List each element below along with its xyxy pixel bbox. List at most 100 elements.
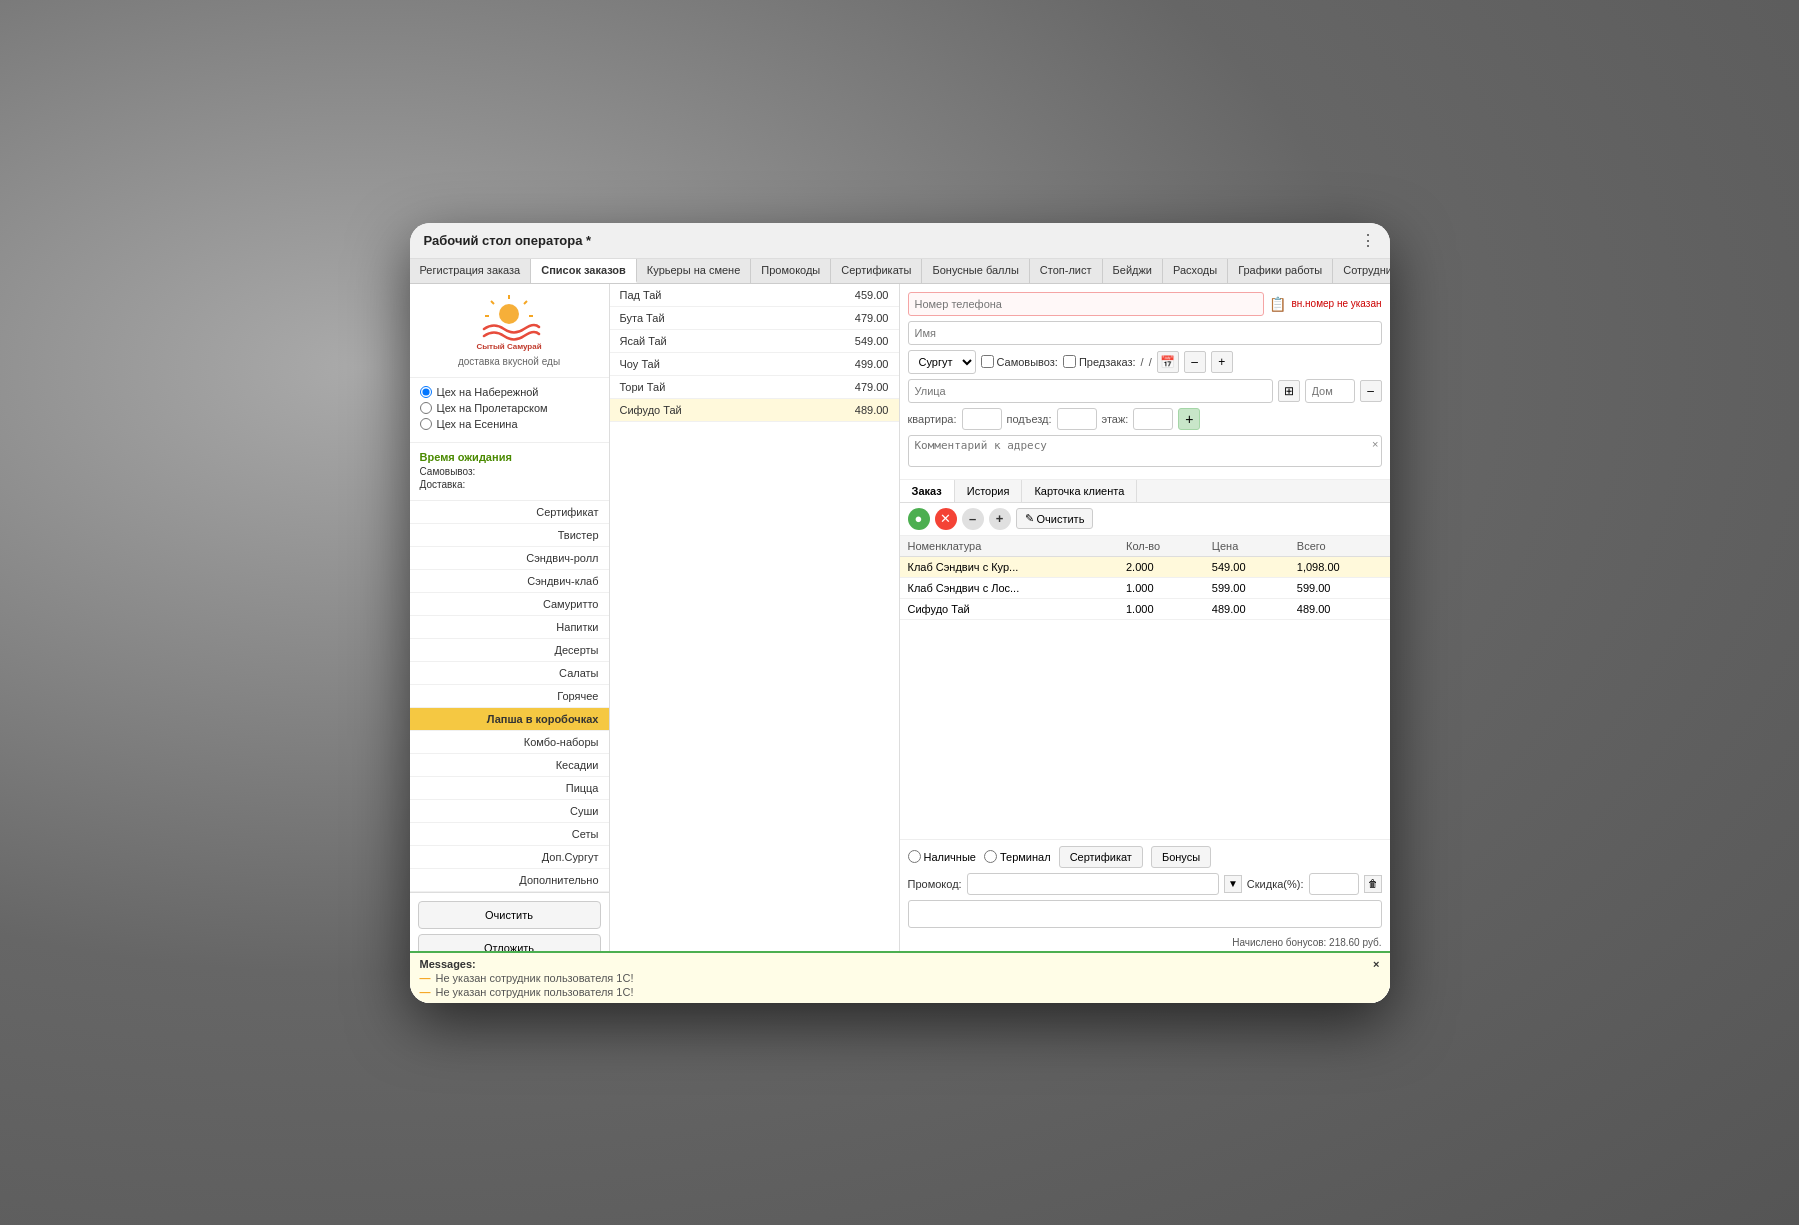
btn-clear-order[interactable]: ✎ Очистить [1016, 508, 1094, 529]
order-row-2[interactable]: Сифудо Тай 1.000 489.00 489.00 [900, 598, 1390, 619]
phone-input[interactable] [908, 292, 1265, 316]
tab-stoplist[interactable]: Стоп-лист [1030, 259, 1103, 283]
menu-item-sertifikat[interactable]: Сертификат [410, 501, 609, 524]
time-plus-btn[interactable]: + [1211, 351, 1233, 373]
samovyvoz-checkbox[interactable]: Самовывоз: [981, 355, 1058, 368]
menu-item-sendvich-klab[interactable]: Сэндвич-клаб [410, 570, 609, 593]
menu-item-sendvich-roll[interactable]: Сэндвич-ролл [410, 547, 609, 570]
apt-input[interactable] [962, 408, 1002, 430]
bonus-info: Начислено бонусов: 218.60 руб. [908, 937, 1382, 948]
btn-qty-plus[interactable]: + [989, 508, 1011, 530]
title-bar: Рабочий стол оператора * ⋮ [410, 223, 1390, 259]
order-tab-order[interactable]: Заказ [900, 480, 955, 502]
svg-line-2 [524, 301, 527, 304]
col-price: Цена [1204, 536, 1289, 557]
item-buta-tai[interactable]: Бута Тай 479.00 [610, 307, 899, 330]
order-note[interactable] [908, 900, 1382, 928]
phone-warning[interactable]: вн.номер не указан [1291, 298, 1381, 309]
menu-item-deserty[interactable]: Десерты [410, 639, 609, 662]
item-sifudo-tai[interactable]: Сифудо Тай 489.00 [610, 399, 899, 422]
order-item-total-0: 1,098.00 [1289, 556, 1390, 577]
tabs-bar: Регистрация заказа Список заказов Курьер… [410, 259, 1390, 284]
promo-clear-btn[interactable]: ▼ [1224, 875, 1242, 893]
btn-clear[interactable]: Очистить [418, 901, 601, 929]
menu-item-salaty[interactable]: Салаты [410, 662, 609, 685]
tab-certs[interactable]: Сертификаты [831, 259, 922, 283]
col-total: Всего [1289, 536, 1390, 557]
promo-row: Промокод: ▼ Скидка(%): 0.00 🗑 [908, 873, 1382, 895]
apt-row: квартира: подъезд: этаж: + [908, 408, 1382, 430]
btn-certificate[interactable]: Сертификат [1059, 846, 1143, 868]
menu-item-dopsurgut[interactable]: Доп.Сургут [410, 846, 609, 869]
menu-item-picca[interactable]: Пицца [410, 777, 609, 800]
menu-item-goryachee[interactable]: Горячее [410, 685, 609, 708]
form-section: 📋 вн.номер не указан Сургут Самовывоз: [900, 284, 1390, 480]
branch-nabereznaya[interactable]: Цех на Набережной [420, 386, 599, 398]
item-yasai-tai[interactable]: Ясай Тай 549.00 [610, 330, 899, 353]
promo-input[interactable] [967, 873, 1219, 895]
order-actions: ● ✕ – + ✎ Очистить [900, 503, 1390, 536]
comment-close-btn[interactable]: × [1372, 438, 1378, 450]
tab-badges[interactable]: Бейджи [1103, 259, 1163, 283]
floor-plus-btn[interactable]: + [1178, 408, 1200, 430]
menu-item-sety[interactable]: Сеты [410, 823, 609, 846]
tab-expenses[interactable]: Расходы [1163, 259, 1228, 283]
item-tori-tai[interactable]: Тори Тай 479.00 [610, 376, 899, 399]
tab-employees[interactable]: Сотрудники [1333, 259, 1389, 283]
item-pad-tai[interactable]: Пад Тай 459.00 [610, 284, 899, 307]
order-tab-history[interactable]: История [955, 480, 1023, 502]
payment-section: Наличные Терминал Сертификат Бонусы Пром… [900, 839, 1390, 959]
street-input[interactable] [908, 379, 1273, 403]
discount-clear-btn[interactable]: 🗑 [1364, 875, 1382, 893]
predsakaz-checkbox[interactable]: Предзаказ: [1063, 355, 1136, 368]
svg-point-0 [499, 304, 519, 324]
btn-bonus[interactable]: Бонусы [1151, 846, 1211, 868]
terminal-radio[interactable]: Терминал [984, 850, 1051, 863]
time-minus-btn[interactable]: – [1184, 351, 1206, 373]
logo-area: Сытый Самурай доставка вкусной еды [410, 284, 609, 378]
order-item-price-1: 599.00 [1204, 577, 1289, 598]
order-row-0[interactable]: Клаб Сэндвич с Кур... 2.000 549.00 1,098… [900, 556, 1390, 577]
messages-close-btn[interactable]: × [1373, 958, 1379, 970]
menu-item-kesadii[interactable]: Кесадии [410, 754, 609, 777]
address-search-btn[interactable]: ⊞ [1278, 380, 1300, 402]
order-row-1[interactable]: Клаб Сэндвич с Лос... 1.000 599.00 599.0… [900, 577, 1390, 598]
menu-item-lapsha[interactable]: Лапша в коробочках [410, 708, 609, 731]
menu-item-tvister[interactable]: Твистер [410, 524, 609, 547]
tab-list[interactable]: Список заказов [531, 259, 637, 283]
house-clear-btn[interactable]: – [1360, 380, 1382, 402]
app-menu-icon[interactable]: ⋮ [1360, 231, 1376, 250]
item-chou-tai[interactable]: Чоу Тай 499.00 [610, 353, 899, 376]
name-input[interactable] [908, 321, 1382, 345]
discount-input[interactable]: 0.00 [1309, 873, 1359, 895]
comment-input[interactable] [908, 435, 1382, 467]
date-picker-btn[interactable]: 📅 [1157, 351, 1179, 373]
city-select[interactable]: Сургут [908, 350, 976, 374]
center-panel: Пад Тай 459.00 Бута Тай 479.00 Ясай Тай … [610, 284, 900, 1003]
right-panel: 📋 вн.номер не указан Сургут Самовывоз: [900, 284, 1390, 1003]
menu-item-sushi[interactable]: Суши [410, 800, 609, 823]
btn-qty-minus[interactable]: – [962, 508, 984, 530]
menu-item-samurito[interactable]: Самуритто [410, 593, 609, 616]
branch-proletarsky[interactable]: Цех на Пролетарском [420, 402, 599, 414]
floor-label: этаж: [1102, 413, 1129, 425]
order-table: Номенклатура Кол-во Цена Всего Клаб Сэнд… [900, 536, 1390, 839]
tab-registro[interactable]: Регистрация заказа [410, 259, 532, 283]
tab-schedule[interactable]: Графики работы [1228, 259, 1333, 283]
menu-item-napitki[interactable]: Напитки [410, 616, 609, 639]
tab-promo[interactable]: Промокоды [751, 259, 831, 283]
branch-esenina[interactable]: Цех на Есенина [420, 418, 599, 430]
entrance-input[interactable] [1057, 408, 1097, 430]
menu-item-dopolnitelno[interactable]: Дополнительно [410, 869, 609, 892]
menu-item-kombo[interactable]: Комбо-наборы [410, 731, 609, 754]
tab-couriers[interactable]: Курьеры на смене [637, 259, 751, 283]
floor-input[interactable] [1133, 408, 1173, 430]
cash-radio[interactable]: Наличные [908, 850, 976, 863]
tab-bonus[interactable]: Бонусные баллы [922, 259, 1029, 283]
btn-confirm-order[interactable]: ● [908, 508, 930, 530]
wait-title: Время ожидания [420, 451, 599, 463]
house-input[interactable] [1305, 379, 1355, 403]
btn-reject-order[interactable]: ✕ [935, 508, 957, 530]
order-tab-client[interactable]: Карточка клиента [1022, 480, 1137, 502]
app-title: Рабочий стол оператора * [424, 233, 592, 248]
